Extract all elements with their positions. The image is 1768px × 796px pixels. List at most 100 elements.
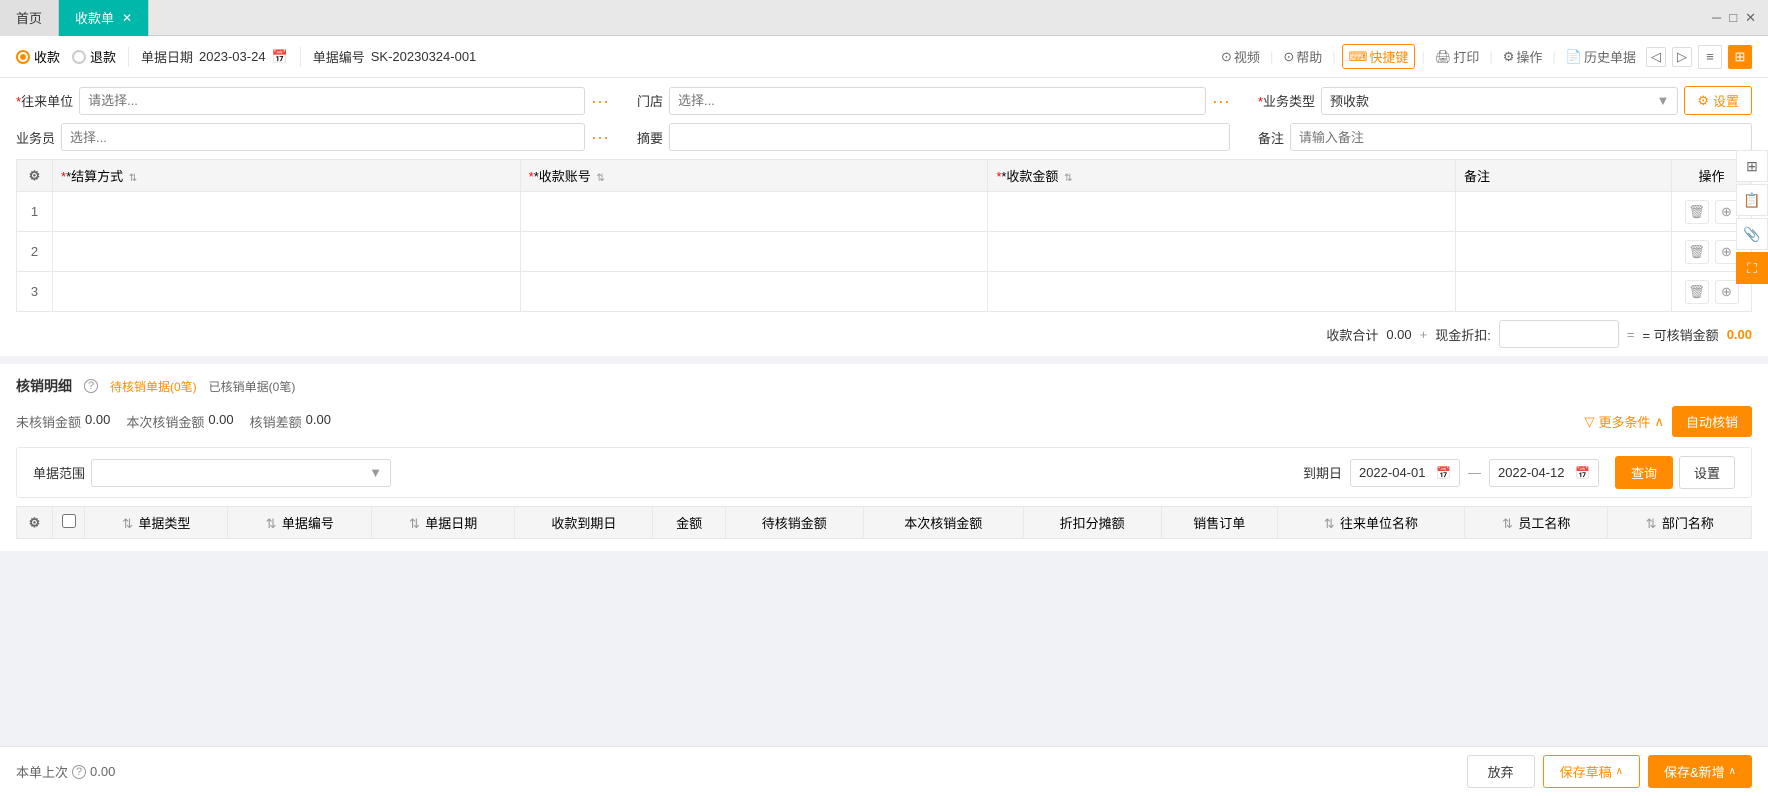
print-btn[interactable]: 🖨 打印 — [1431, 45, 1484, 68]
row1-settlement[interactable] — [53, 192, 521, 232]
save-draft-button[interactable]: 保存草稿 ∧ — [1543, 755, 1640, 788]
help-circle-icon[interactable]: ? — [72, 765, 86, 779]
row3-copy-icon[interactable]: ⊕ — [1715, 280, 1739, 304]
account-sort-icon[interactable]: ⇅ — [596, 173, 604, 184]
salesperson-more-icon[interactable]: ··· — [591, 128, 609, 146]
settings-button[interactable]: ⚙ 设置 — [1684, 86, 1752, 115]
amount-col2-header: 金额 — [653, 507, 725, 539]
discount-input[interactable] — [1499, 320, 1619, 348]
close-icon[interactable]: ✕ — [1745, 10, 1756, 26]
radio-receipt[interactable]: 收款 — [16, 47, 60, 66]
row3-remarks[interactable] — [1455, 272, 1671, 312]
row2-num: 2 — [17, 232, 53, 272]
pending-verify-col-header: 待核销金额 — [725, 507, 863, 539]
bottom-gear-col[interactable]: ⚙ — [17, 507, 53, 539]
range-select[interactable]: ▼ — [91, 459, 391, 487]
amount-sort-icon[interactable]: ⇅ — [1064, 173, 1072, 184]
date-from-input[interactable]: 2022-04-01 📅 — [1350, 459, 1460, 487]
row3-delete-icon[interactable]: 🗑 — [1685, 280, 1709, 304]
date-to-input[interactable]: 2022-04-12 📅 — [1489, 459, 1599, 487]
row3-amount[interactable] — [988, 272, 1456, 312]
summary-input[interactable] — [669, 123, 1230, 151]
bottom-gear-icon[interactable]: ⚙ — [29, 515, 41, 530]
shortcut-btn[interactable]: ⌨ 快捷键 — [1342, 44, 1416, 69]
unverified-label: 未核销金额 — [16, 412, 81, 431]
doc-date-sort-icon[interactable]: ⇅ — [409, 516, 420, 531]
due-date-label: 到期日 — [1303, 463, 1342, 482]
remarks-input[interactable] — [1290, 123, 1752, 151]
remarks-field: 备注 — [1258, 123, 1752, 151]
employee-sort-icon[interactable]: ⇅ — [1502, 516, 1513, 531]
row2-amount[interactable] — [988, 232, 1456, 272]
store-label: 门店 — [637, 91, 663, 110]
doc-number-sort-icon[interactable]: ⇅ — [266, 516, 277, 531]
remarks-col-header: 备注 — [1455, 160, 1671, 192]
doc-type-sort-icon[interactable]: ⇅ — [122, 516, 133, 531]
date-field: 单据日期 2023-03-24 📅 — [141, 47, 288, 66]
date-separator: — — [1468, 465, 1481, 480]
row1-amount[interactable] — [988, 192, 1456, 232]
history-btn[interactable]: 📄 历史单据 — [1562, 45, 1640, 68]
row2-delete-icon[interactable]: 🗑 — [1685, 240, 1709, 264]
dept-sort-icon[interactable]: ⇅ — [1646, 516, 1657, 531]
sidebar-document-icon[interactable]: 📋 — [1736, 184, 1768, 216]
view-list-icon[interactable]: ≡ — [1698, 45, 1722, 69]
row3-account[interactable] — [520, 272, 988, 312]
more-conditions-btn[interactable]: ▽ 更多条件 ∧ — [1584, 412, 1664, 431]
store-input[interactable] — [669, 87, 1206, 115]
pending-verify-tab[interactable]: 待核销单据(0笔) — [110, 378, 197, 395]
radio-refund[interactable]: 退款 — [72, 47, 116, 66]
counterparty-sort-icon[interactable]: ⇅ — [1324, 516, 1335, 531]
date-from-cal-icon: 📅 — [1436, 466, 1451, 480]
video-btn[interactable]: ⊙ 视频 — [1217, 45, 1264, 68]
minimize-icon[interactable]: ─ — [1712, 10, 1721, 26]
calendar-icon[interactable]: 📅 — [272, 49, 288, 65]
nav-next[interactable]: ▷ — [1672, 47, 1692, 67]
row1-remarks[interactable] — [1455, 192, 1671, 232]
settlement-sort-icon[interactable]: ⇅ — [129, 173, 137, 184]
abandon-button[interactable]: 放弃 — [1467, 755, 1535, 788]
select-all-checkbox[interactable] — [62, 514, 76, 528]
store-more-icon[interactable]: ··· — [1212, 92, 1230, 110]
query-button[interactable]: 查询 — [1615, 456, 1673, 489]
row3-settlement[interactable] — [53, 272, 521, 312]
sidebar-expand-icon[interactable]: ⛶ — [1736, 252, 1768, 284]
nav-prev[interactable]: ◁ — [1646, 47, 1666, 67]
view-grid-icon[interactable]: ⊞ — [1728, 45, 1752, 69]
gear-icon[interactable]: ⚙ — [29, 168, 41, 183]
tab-home[interactable]: 首页 — [0, 0, 59, 36]
sidebar-attachment-icon[interactable]: 📎 — [1736, 218, 1768, 250]
row2-account[interactable] — [520, 232, 988, 272]
counterparty-more-icon[interactable]: ··· — [591, 92, 609, 110]
verified-tab[interactable]: 已核销单据(0笔) — [209, 378, 296, 395]
counterparty-input[interactable] — [79, 87, 585, 115]
row1-copy-icon[interactable]: ⊕ — [1715, 200, 1739, 224]
current-verify-label: 本次核销金额 — [126, 412, 204, 431]
sidebar-table-icon[interactable]: ⊞ — [1736, 150, 1768, 182]
verification-help-icon[interactable]: ? — [84, 379, 98, 393]
gear-col-header[interactable]: ⚙ — [17, 160, 53, 192]
help-btn[interactable]: ⊙ 帮助 — [1279, 45, 1326, 68]
total-label: 收款合计 — [1326, 325, 1378, 344]
divider-3: | — [1270, 49, 1273, 64]
business-type-label: *业务类型 — [1258, 91, 1315, 110]
tab-close-icon[interactable]: ✕ — [122, 11, 132, 25]
summary-field: 摘要 — [637, 123, 1230, 151]
operation-btn[interactable]: ⚙ 操作 — [1499, 45, 1547, 68]
tab-receipt[interactable]: 收款单 ✕ — [59, 0, 149, 36]
row1-delete-icon[interactable]: 🗑 — [1685, 200, 1709, 224]
salesperson-input[interactable] — [61, 123, 585, 151]
row2-copy-icon[interactable]: ⊕ — [1715, 240, 1739, 264]
save-new-button[interactable]: 保存&新增 ∧ — [1648, 755, 1752, 788]
row1-account[interactable] — [520, 192, 988, 232]
print-icon: 🖨 — [1435, 49, 1452, 65]
verification-header: 核销明细 ? 待核销单据(0笔) 已核销单据(0笔) — [16, 376, 1752, 396]
window-controls: ─ □ ✕ — [1712, 10, 1768, 26]
business-type-select[interactable]: 预收款 ▼ — [1321, 87, 1678, 115]
filter-settings-button[interactable]: 设置 — [1679, 456, 1735, 489]
row2-settlement[interactable] — [53, 232, 521, 272]
row2-remarks[interactable] — [1455, 232, 1671, 272]
maximize-icon[interactable]: □ — [1729, 10, 1737, 26]
auto-verify-btn[interactable]: 自动核销 — [1672, 406, 1752, 437]
divider-6: | — [1489, 49, 1492, 64]
